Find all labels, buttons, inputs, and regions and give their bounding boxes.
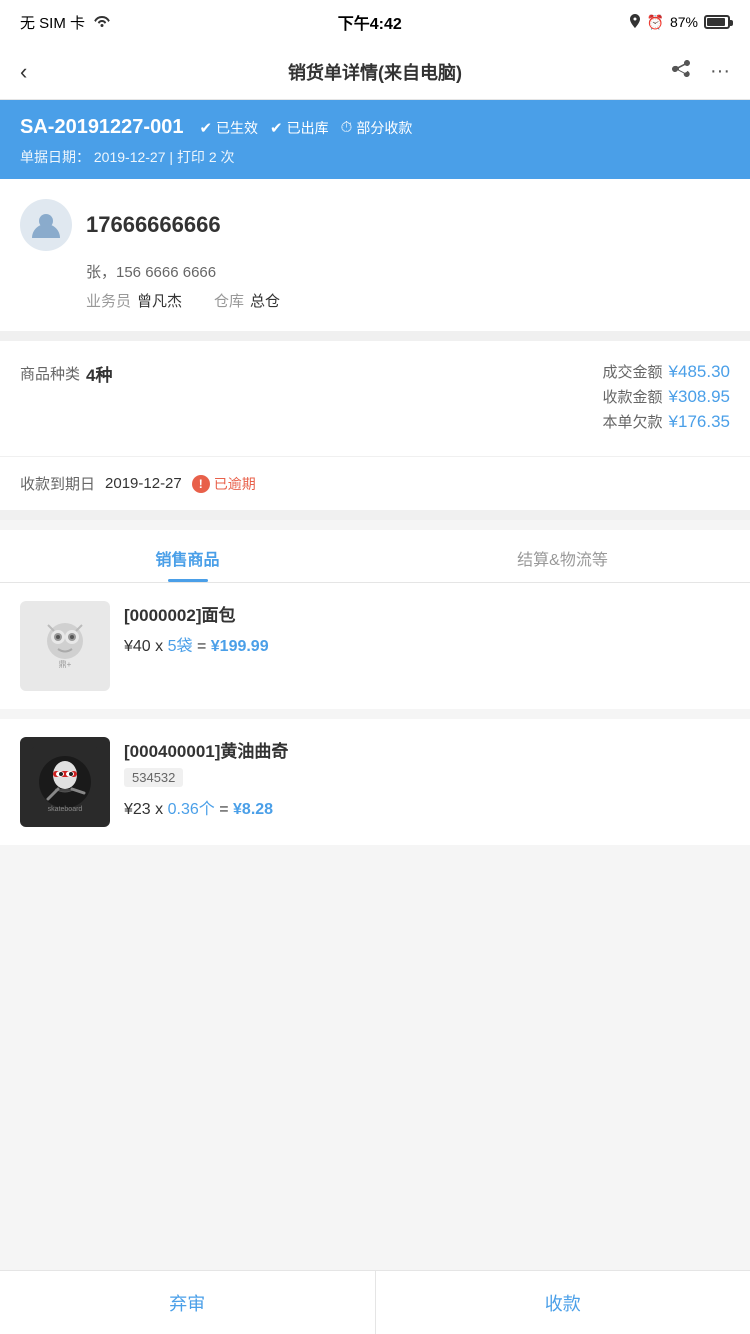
product-price-1: ¥40 x 5袋 = ¥199.99 [124, 632, 730, 656]
nav-bar: ‹ 销货单详情(来自电脑) ··· [0, 44, 750, 100]
svg-text:鼎+: 鼎+ [59, 660, 72, 669]
banner-top-row: SA-20191227-001 ✔ 已生效 ✔ 已出库 ⏱ 部分收款 [20, 116, 730, 139]
amount-label: 成交金额 [603, 361, 663, 382]
received-label: 收款金额 [603, 386, 663, 407]
badge-partial: ⏱ 部分收款 [341, 118, 413, 138]
product-types-label: 商品种类 [20, 363, 80, 384]
divider-2 [0, 510, 750, 520]
price-total-1: ¥199.99 [211, 638, 269, 655]
divider-1 [0, 331, 750, 341]
tabs-section: 销售商品 结算&物流等 [0, 530, 750, 583]
price-total-2: ¥8.28 [233, 801, 273, 818]
bottom-bar: 弃审 收款 [0, 1270, 750, 1334]
debt-item: 本单欠款 ¥176.35 [603, 411, 730, 432]
status-badges: ✔ 已生效 ✔ 已出库 ⏱ 部分收款 [199, 118, 412, 138]
separator: | [169, 149, 177, 165]
location-icon [629, 14, 641, 31]
stats-section: 商品种类 4种 成交金额 ¥485.30 收款金额 ¥308.95 本单欠款 ¥… [0, 341, 750, 456]
received-item: 收款金额 ¥308.95 [603, 386, 730, 407]
debt-label: 本单欠款 [603, 411, 663, 432]
product-item: 鼎+ [0000002]面包 ¥40 x 5袋 = ¥199.99 [0, 583, 750, 709]
product-price-2: ¥23 x 0.36个 = ¥8.28 [124, 795, 730, 819]
customer-id: 17666666666 [86, 212, 221, 238]
page-title: 销货单详情(来自电脑) [288, 59, 462, 85]
salesperson-label: 业务员 [86, 290, 131, 311]
share-icon[interactable] [670, 58, 692, 86]
stats-right: 成交金额 ¥485.30 收款金额 ¥308.95 本单欠款 ¥176.35 [603, 361, 730, 436]
status-right: ⏰ 87% [629, 14, 730, 31]
product-types-item: 商品种类 4种 [20, 361, 112, 386]
salesperson-item: 业务员 曾凡杰 [86, 290, 182, 311]
check-icon-2: ✔ [270, 119, 283, 137]
customer-name-row: 17666666666 [20, 199, 730, 251]
price-qty-2: 0.36个 [168, 801, 215, 818]
price-qty-1: 5袋 [168, 638, 193, 655]
more-icon[interactable]: ··· [710, 60, 730, 83]
debt-value: ¥176.35 [669, 412, 730, 432]
tab-sales-products[interactable]: 销售商品 [0, 530, 375, 582]
status-time: 下午4:42 [338, 10, 402, 34]
badge-partial-label: 部分收款 [356, 118, 412, 138]
print-count: 打印 2 次 [177, 149, 235, 165]
product-info-1: [0000002]面包 ¥40 x 5袋 = ¥199.99 [124, 601, 730, 656]
overdue-text: 已逾期 [214, 474, 256, 494]
warehouse-item: 仓库 总仓 [214, 290, 280, 311]
amount-value: ¥485.30 [669, 362, 730, 382]
overdue-icon: ! [192, 475, 210, 493]
product-code-1: [0000002]面包 [124, 601, 730, 626]
product-sku-2: 534532 [124, 768, 183, 787]
received-value: ¥308.95 [669, 387, 730, 407]
product-info-2: [000400001]黄油曲奇 534532 ¥23 x 0.36个 = ¥8.… [124, 737, 730, 819]
bottom-spacer [0, 855, 750, 919]
alarm-icon: ⏰ [647, 14, 664, 31]
tab-settlement[interactable]: 结算&物流等 [375, 530, 750, 582]
product-code-2: [000400001]黄油曲奇 [124, 737, 730, 762]
customer-meta-row: 业务员 曾凡杰 仓库 总仓 [86, 290, 730, 311]
price-base-2: ¥23 [124, 801, 151, 818]
stats-row: 商品种类 4种 成交金额 ¥485.30 收款金额 ¥308.95 本单欠款 ¥… [20, 361, 730, 436]
product-types-value: 4种 [86, 361, 112, 386]
warehouse-value: 总仓 [250, 290, 280, 311]
badge-effective: ✔ 已生效 [199, 118, 258, 138]
battery-icon [704, 15, 730, 29]
overdue-badge: ! 已逾期 [192, 474, 256, 494]
amount-item: 成交金额 ¥485.30 [603, 361, 730, 382]
customer-section: 17666666666 张，156 6666 6666 业务员 曾凡杰 仓库 总… [0, 179, 750, 331]
cancel-button[interactable]: 弃审 [0, 1271, 376, 1334]
confirm-button[interactable]: 收款 [376, 1271, 750, 1334]
products-list: 鼎+ [0000002]面包 ¥40 x 5袋 = ¥199.99 [0, 583, 750, 845]
avatar [20, 199, 72, 251]
header-banner: SA-20191227-001 ✔ 已生效 ✔ 已出库 ⏱ 部分收款 单据日期：… [0, 100, 750, 179]
wifi-icon [93, 13, 111, 31]
due-date-label: 收款到期日 [20, 473, 95, 494]
date-label: 单据日期： [20, 149, 90, 165]
due-date-value: 2019-12-27 [105, 475, 182, 492]
stats-left: 商品种类 4种 [20, 361, 112, 390]
svg-text:skateboard: skateboard [48, 806, 83, 813]
product-image-2: skateboard [20, 737, 110, 827]
carrier-text: 无 SIM 卡 [20, 12, 85, 33]
salesperson-value: 曾凡杰 [137, 290, 182, 311]
nav-right-actions: ··· [670, 58, 730, 86]
badge-shipped: ✔ 已出库 [270, 118, 329, 138]
badge-shipped-label: 已出库 [287, 118, 329, 138]
status-bar: 无 SIM 卡 下午4:42 ⏰ 87% [0, 0, 750, 44]
order-date-row: 单据日期： 2019-12-27 | 打印 2 次 [20, 147, 730, 167]
order-id: SA-20191227-001 [20, 116, 183, 139]
status-left: 无 SIM 卡 [20, 12, 111, 33]
product-item: skateboard [000400001]黄油曲奇 534532 ¥23 x … [0, 719, 750, 845]
check-icon-1: ✔ [199, 119, 212, 137]
due-date-section: 收款到期日 2019-12-27 ! 已逾期 [0, 456, 750, 510]
badge-effective-label: 已生效 [216, 118, 258, 138]
warehouse-label: 仓库 [214, 290, 244, 311]
battery-text: 87% [670, 14, 698, 30]
product-image-1: 鼎+ [20, 601, 110, 691]
customer-contact: 张，156 6666 6666 [86, 261, 730, 282]
back-button[interactable]: ‹ [12, 51, 35, 93]
price-base-1: ¥40 [124, 638, 151, 655]
order-date: 2019-12-27 [94, 149, 166, 165]
clock-icon: ⏱ [341, 119, 353, 136]
